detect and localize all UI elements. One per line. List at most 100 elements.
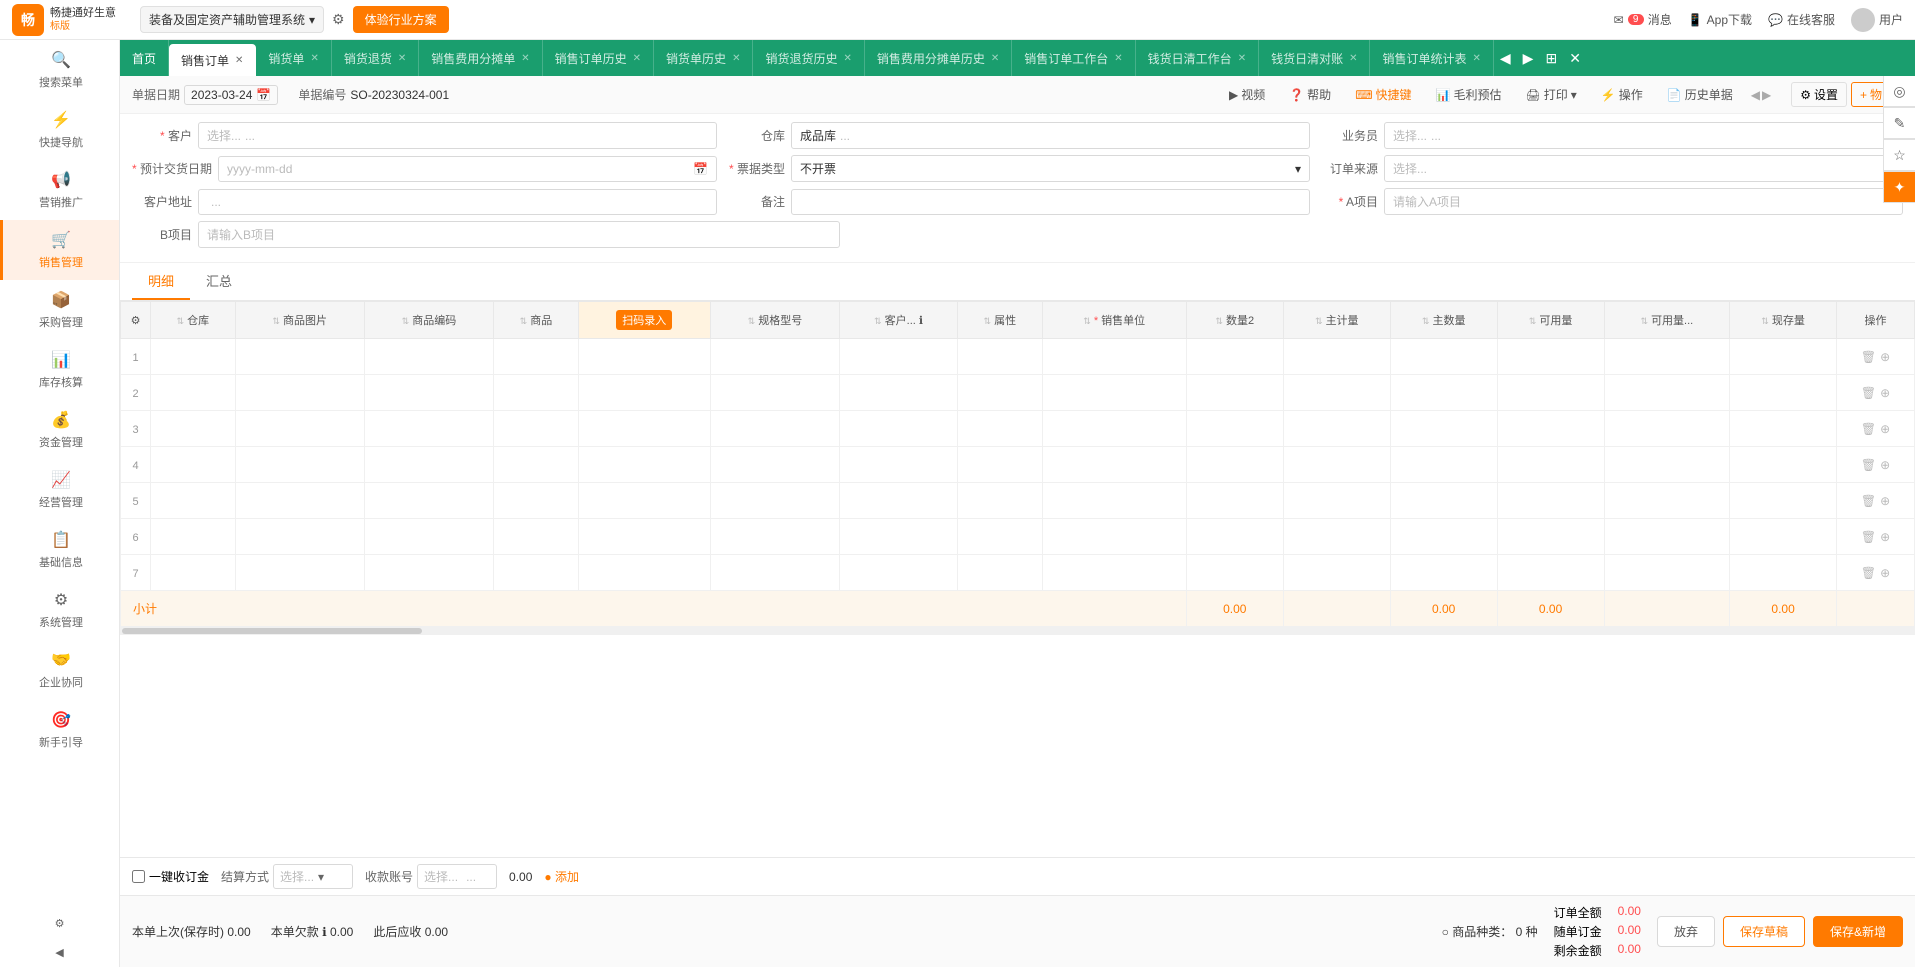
app-download-btn[interactable]: 📱 App下载 [1688, 11, 1752, 28]
scrollbar-track[interactable] [120, 627, 1915, 635]
view-btn[interactable]: ▶ 视频 [1223, 84, 1271, 105]
order-source-select[interactable]: 选择... ▾ [1384, 155, 1903, 182]
tab-sales-order[interactable]: 销售订单 ✕ [169, 44, 256, 76]
col-available[interactable]: ⇅ 可用量 [1497, 302, 1604, 339]
staff-input[interactable]: 选择... ... [1384, 122, 1903, 149]
delete-icon[interactable]: 🗑 [1861, 566, 1876, 580]
delete-icon[interactable]: 🗑 [1861, 350, 1876, 364]
tab-expand[interactable]: ⊞ [1539, 40, 1563, 76]
tab-close-return[interactable]: ✕ [398, 53, 406, 64]
col-warehouse[interactable]: ⇅ 仓库 [151, 302, 236, 339]
col-unit[interactable]: ⇅ * 销售单位 [1042, 302, 1186, 339]
copy-icon[interactable]: ⊕ [1880, 566, 1890, 580]
delete-icon[interactable]: 🗑 [1861, 386, 1876, 400]
copy-icon[interactable]: ⊕ [1880, 494, 1890, 508]
col-main-unit[interactable]: ⇅ 主计量 [1283, 302, 1390, 339]
tab-close-workbench[interactable]: ✕ [1114, 53, 1122, 64]
copy-icon[interactable]: ⊕ [1880, 350, 1890, 364]
delete-icon[interactable]: 🗑 [1861, 530, 1876, 544]
delete-icon[interactable]: 🗑 [1861, 422, 1876, 436]
payment-method-select[interactable]: 选择... ▾ [273, 864, 353, 889]
a-project-input[interactable]: 请输入A项目 [1384, 188, 1903, 215]
col-qty2[interactable]: ⇅ 数量2 [1186, 302, 1283, 339]
tab-close-cash-workbench[interactable]: ✕ [1238, 53, 1246, 64]
profit-btn[interactable]: 📊 毛利预估 [1430, 84, 1508, 105]
panel-btn-3[interactable]: ✎ [1883, 107, 1915, 139]
save-draft-btn[interactable]: 保存草稿 [1723, 916, 1805, 947]
col-scan[interactable]: 扫码录入 [578, 302, 710, 339]
note-input[interactable] [791, 189, 1310, 215]
copy-icon[interactable]: ⊕ [1880, 422, 1890, 436]
tab-close-expense[interactable]: ✕ [521, 53, 529, 64]
tab-nav-right[interactable]: ▶ [1517, 40, 1540, 76]
online-service-btn[interactable]: 💬 在线客服 [1768, 11, 1835, 28]
tab-close-invoice-history[interactable]: ✕ [732, 53, 740, 64]
scan-btn[interactable]: 扫码录入 [616, 310, 672, 330]
sidebar-item-marketing[interactable]: 📢 营销推广 [0, 160, 119, 220]
customer-input[interactable]: 选择... ... [198, 122, 717, 149]
tab-order-history[interactable]: 销售订单历史 ✕ [543, 40, 654, 76]
tab-close-invoice[interactable]: ✕ [310, 53, 318, 64]
account-select[interactable]: 选择... ... [417, 864, 497, 889]
sidebar-item-purchase[interactable]: 📦 采购管理 [0, 280, 119, 340]
system-selector[interactable]: 装备及固定资产辅助管理系统 ▾ [140, 6, 324, 33]
operation-btn[interactable]: ⚡ 操作 [1595, 84, 1649, 105]
sidebar-item-inventory[interactable]: 📊 库存核算 [0, 340, 119, 400]
history-btn[interactable]: 📄 历史单据 [1661, 84, 1739, 105]
col-code[interactable]: ⇅ 商品编码 [364, 302, 493, 339]
tab-close-order-history[interactable]: ✕ [633, 53, 641, 64]
tab-expense-history[interactable]: 销售费用分摊单历史 ✕ [865, 40, 1012, 76]
print-btn[interactable]: 🖨 打印 ▾ [1520, 84, 1583, 105]
tab-sales-stats[interactable]: 销售订单统计表 ✕ [1370, 40, 1493, 76]
tab-summary[interactable]: 汇总 [190, 263, 248, 300]
tab-nav-left[interactable]: ◀ [1494, 40, 1517, 76]
copy-icon[interactable]: ⊕ [1880, 386, 1890, 400]
tab-sales-return[interactable]: 销货退货 ✕ [332, 40, 419, 76]
panel-btn-2[interactable]: ◎ [1883, 76, 1915, 107]
sidebar-item-sales[interactable]: 🛒 销售管理 [0, 220, 119, 280]
sidebar-item-basic[interactable]: 📋 基础信息 [0, 520, 119, 580]
tab-close-stats[interactable]: ✕ [1473, 53, 1481, 64]
col-attribute[interactable]: ⇅ 属性 [958, 302, 1043, 339]
nav-prev-icon[interactable]: ◀ [1751, 88, 1760, 102]
sidebar-item-management[interactable]: 📈 经营管理 [0, 460, 119, 520]
tab-cash-reconcile[interactable]: 钱货日清对账 ✕ [1259, 40, 1370, 76]
tab-home[interactable]: 首页 [120, 40, 169, 76]
help-btn[interactable]: ❓ 帮助 [1283, 84, 1337, 105]
tab-close-return-history[interactable]: ✕ [843, 53, 851, 64]
sidebar-item-finance[interactable]: 💰 资金管理 [0, 400, 119, 460]
tab-close-expense-history[interactable]: ✕ [991, 53, 999, 64]
ticket-type-select[interactable]: 不开票 ▾ [791, 155, 1310, 182]
address-input[interactable]: ... [198, 189, 717, 215]
col-main-qty[interactable]: ⇅ 主数量 [1390, 302, 1497, 339]
delete-icon[interactable]: 🗑 [1861, 458, 1876, 472]
tab-close-reconcile[interactable]: ✕ [1349, 53, 1357, 64]
tab-invoice-history[interactable]: 销货单历史 ✕ [654, 40, 753, 76]
tab-detail[interactable]: 明细 [132, 263, 190, 300]
add-btn[interactable]: ● 添加 [544, 868, 579, 885]
shortcut-btn[interactable]: ⌨ 快捷键 [1349, 84, 1417, 105]
col-available2[interactable]: ⇅ 可用量... [1604, 302, 1730, 339]
sidebar-item-system[interactable]: ⚙ 系统管理 [0, 580, 119, 640]
solution-btn[interactable]: 体验行业方案 [353, 6, 449, 33]
b-project-input[interactable]: 请输入B项目 [198, 221, 840, 248]
delete-icon[interactable]: 🗑 [1861, 494, 1876, 508]
date-input[interactable]: 2023-03-24 📅 [184, 85, 278, 105]
sidebar-item-search[interactable]: 🔍 搜索菜单 [0, 40, 119, 100]
col-product[interactable]: ⇅ 商品 [494, 302, 579, 339]
panel-btn-5[interactable]: ✦ [1883, 171, 1915, 203]
tab-expense-split[interactable]: 销售费用分摊单 ✕ [419, 40, 542, 76]
discard-btn[interactable]: 放弃 [1657, 916, 1715, 947]
tab-return-history[interactable]: 销货退货历史 ✕ [753, 40, 864, 76]
sidebar-item-shortcut[interactable]: ⚡ 快捷导航 [0, 100, 119, 160]
copy-icon[interactable]: ⊕ [1880, 458, 1890, 472]
sidebar-settings[interactable]: ⚙ [0, 909, 119, 938]
tab-sales-invoice[interactable]: 销货单 ✕ [256, 40, 331, 76]
one-click-checkbox[interactable] [132, 870, 145, 883]
nav-next-icon[interactable]: ▶ [1762, 88, 1771, 102]
scrollbar-thumb[interactable] [122, 628, 422, 634]
col-settings[interactable]: ⚙ [121, 302, 151, 339]
warehouse-input[interactable]: 成品库 ... [791, 122, 1310, 149]
settings-panel-btn[interactable]: ⚙ 设置 [1791, 82, 1847, 107]
tab-close-sales-order[interactable]: ✕ [235, 55, 243, 66]
